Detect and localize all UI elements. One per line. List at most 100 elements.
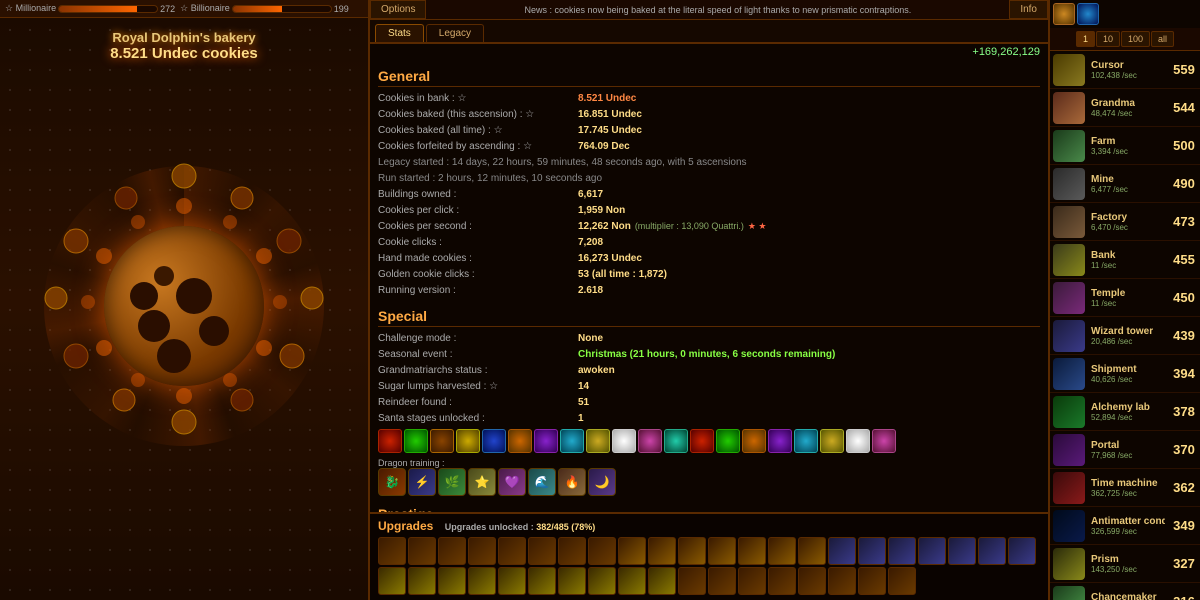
upgrade-icon-37[interactable] <box>828 567 856 595</box>
dragon-icon-7[interactable]: 🔥 <box>558 468 586 496</box>
upgrade-icon-0[interactable] <box>378 537 406 565</box>
upgrade-icon-18[interactable] <box>918 537 946 565</box>
tab-stats[interactable]: Stats <box>375 24 424 42</box>
upgrade-icon-14[interactable] <box>798 537 826 565</box>
upgrade-icon-30[interactable] <box>618 567 646 595</box>
seasonal-icon-6[interactable] <box>534 429 558 453</box>
dragon-icon-8[interactable]: 🌙 <box>588 468 616 496</box>
dragon-icon-2[interactable]: ⚡ <box>408 468 436 496</box>
seasonal-icon-11[interactable] <box>664 429 688 453</box>
upgrade-icon-24[interactable] <box>438 567 466 595</box>
building-row-antimatter-condenser[interactable]: Antimatter condenser 326,599 /sec 349 <box>1050 507 1200 545</box>
upgrade-icon-4[interactable] <box>498 537 526 565</box>
dragon-icon-6[interactable]: 🌊 <box>528 468 556 496</box>
seasonal-icon-1[interactable] <box>404 429 428 453</box>
upgrade-icon-1[interactable] <box>408 537 436 565</box>
upgrade-icon-15[interactable] <box>828 537 856 565</box>
seasonal-icon-12[interactable] <box>690 429 714 453</box>
seasonal-icon-15[interactable] <box>768 429 792 453</box>
building-row-portal[interactable]: Portal 77,968 /sec 370 <box>1050 431 1200 469</box>
upgrade-icon-8[interactable] <box>618 537 646 565</box>
seasonal-icon-2[interactable] <box>430 429 454 453</box>
upgrade-icon-27[interactable] <box>528 567 556 595</box>
seasonal-icon-18[interactable] <box>846 429 870 453</box>
seasonal-icon-4[interactable] <box>482 429 506 453</box>
seasonal-icon-0[interactable] <box>378 429 402 453</box>
dragon-icon-5[interactable]: 💜 <box>498 468 526 496</box>
upgrade-icon-13[interactable] <box>768 537 796 565</box>
seasonal-icon-14[interactable] <box>742 429 766 453</box>
upgrade-icon-22[interactable] <box>378 567 406 595</box>
tab-legacy[interactable]: Legacy <box>426 24 484 42</box>
upgrade-icon-32[interactable] <box>678 567 706 595</box>
seasonal-icon-8[interactable] <box>586 429 610 453</box>
buy-btn-all[interactable]: all <box>1151 31 1174 47</box>
upgrade-icon-34[interactable] <box>738 567 766 595</box>
buy-btn-100[interactable]: 100 <box>1121 31 1150 47</box>
building-row-prism[interactable]: Prism 143,250 /sec 327 <box>1050 545 1200 583</box>
dragon-icon-4[interactable]: ⭐ <box>468 468 496 496</box>
info-button[interactable]: Info <box>1009 0 1048 19</box>
upgrade-icon-6[interactable] <box>558 537 586 565</box>
upgrade-icon-12[interactable] <box>738 537 766 565</box>
buy-btn-1[interactable]: 1 <box>1076 31 1095 47</box>
upgrade-icon-38[interactable] <box>858 567 886 595</box>
upgrade-icon-16[interactable] <box>858 537 886 565</box>
seasonal-icon-10[interactable] <box>638 429 662 453</box>
building-row-alchemy-lab[interactable]: Alchemy lab 52,894 /sec 378 <box>1050 393 1200 431</box>
building-count-13: 327 <box>1168 556 1200 571</box>
seasonal-icon-9[interactable] <box>612 429 636 453</box>
seasonal-icon-7[interactable] <box>560 429 584 453</box>
seasonal-icon-3[interactable] <box>456 429 480 453</box>
dragon-icon-3[interactable]: 🌿 <box>438 468 466 496</box>
seasonal-icon-16[interactable] <box>794 429 818 453</box>
building-row-time-machine[interactable]: Time machine 362,725 /sec 362 <box>1050 469 1200 507</box>
upgrade-icon-19[interactable] <box>948 537 976 565</box>
big-cookie[interactable] <box>104 226 264 386</box>
seasonal-icon-19[interactable] <box>872 429 896 453</box>
upgrade-icon-25[interactable] <box>468 567 496 595</box>
buy-btn-10[interactable]: 10 <box>1096 31 1120 47</box>
building-row-bank[interactable]: Bank 11 /sec 455 <box>1050 241 1200 279</box>
building-cps-5: 11 /sec <box>1091 261 1165 270</box>
upgrade-icon-31[interactable] <box>648 567 676 595</box>
upgrade-icon-35[interactable] <box>768 567 796 595</box>
seasonal-icon-13[interactable] <box>716 429 740 453</box>
upgrade-icon-26[interactable] <box>498 567 526 595</box>
building-row-temple[interactable]: Temple 11 /sec 450 <box>1050 279 1200 317</box>
building-row-chancemaker[interactable]: Chancemaker 948,090 /sec 316 <box>1050 583 1200 600</box>
upgrade-icon-21[interactable] <box>1008 537 1036 565</box>
upgrade-icon-5[interactable] <box>528 537 556 565</box>
app: ☆ Millionaire 272 ☆ Billionaire 199 Roya… <box>0 0 1200 600</box>
seasonal-icon-5[interactable] <box>508 429 532 453</box>
building-name-5: Bank <box>1091 250 1165 261</box>
upgrade-icon-28[interactable] <box>558 567 586 595</box>
building-row-wizard-tower[interactable]: Wizard tower 20,486 /sec 439 <box>1050 317 1200 355</box>
upgrade-icon-3[interactable] <box>468 537 496 565</box>
upgrade-icon-39[interactable] <box>888 567 916 595</box>
upgrade-icon-9[interactable] <box>648 537 676 565</box>
right-panel-icon-2[interactable] <box>1077 3 1099 25</box>
dragon-icon-1[interactable]: 🐉 <box>378 468 406 496</box>
seasonal-icon-17[interactable] <box>820 429 844 453</box>
upgrade-icon-17[interactable] <box>888 537 916 565</box>
upgrade-icon-33[interactable] <box>708 567 736 595</box>
upgrade-icon-29[interactable] <box>588 567 616 595</box>
upgrade-icon-20[interactable] <box>978 537 1006 565</box>
building-row-farm[interactable]: Farm 3,394 /sec 500 <box>1050 127 1200 165</box>
right-panel-icon-1[interactable] <box>1053 3 1075 25</box>
upgrade-icon-2[interactable] <box>438 537 466 565</box>
stats-content[interactable]: General Cookies in bank : ☆ 8.521 Undec … <box>370 60 1048 512</box>
options-button[interactable]: Options <box>370 0 426 19</box>
building-row-grandma[interactable]: Grandma 48,474 /sec 544 <box>1050 89 1200 127</box>
upgrade-icon-10[interactable] <box>678 537 706 565</box>
building-row-shipment[interactable]: Shipment 40,626 /sec 394 <box>1050 355 1200 393</box>
stat-golden: Golden cookie clicks : 53 (all time : 1,… <box>378 268 1040 282</box>
upgrade-icon-7[interactable] <box>588 537 616 565</box>
upgrade-icon-36[interactable] <box>798 567 826 595</box>
building-row-mine[interactable]: Mine 6,477 /sec 490 <box>1050 165 1200 203</box>
building-row-factory[interactable]: Factory 6,470 /sec 473 <box>1050 203 1200 241</box>
upgrade-icon-11[interactable] <box>708 537 736 565</box>
building-row-cursor[interactable]: Cursor 102,438 /sec 559 <box>1050 51 1200 89</box>
upgrade-icon-23[interactable] <box>408 567 436 595</box>
